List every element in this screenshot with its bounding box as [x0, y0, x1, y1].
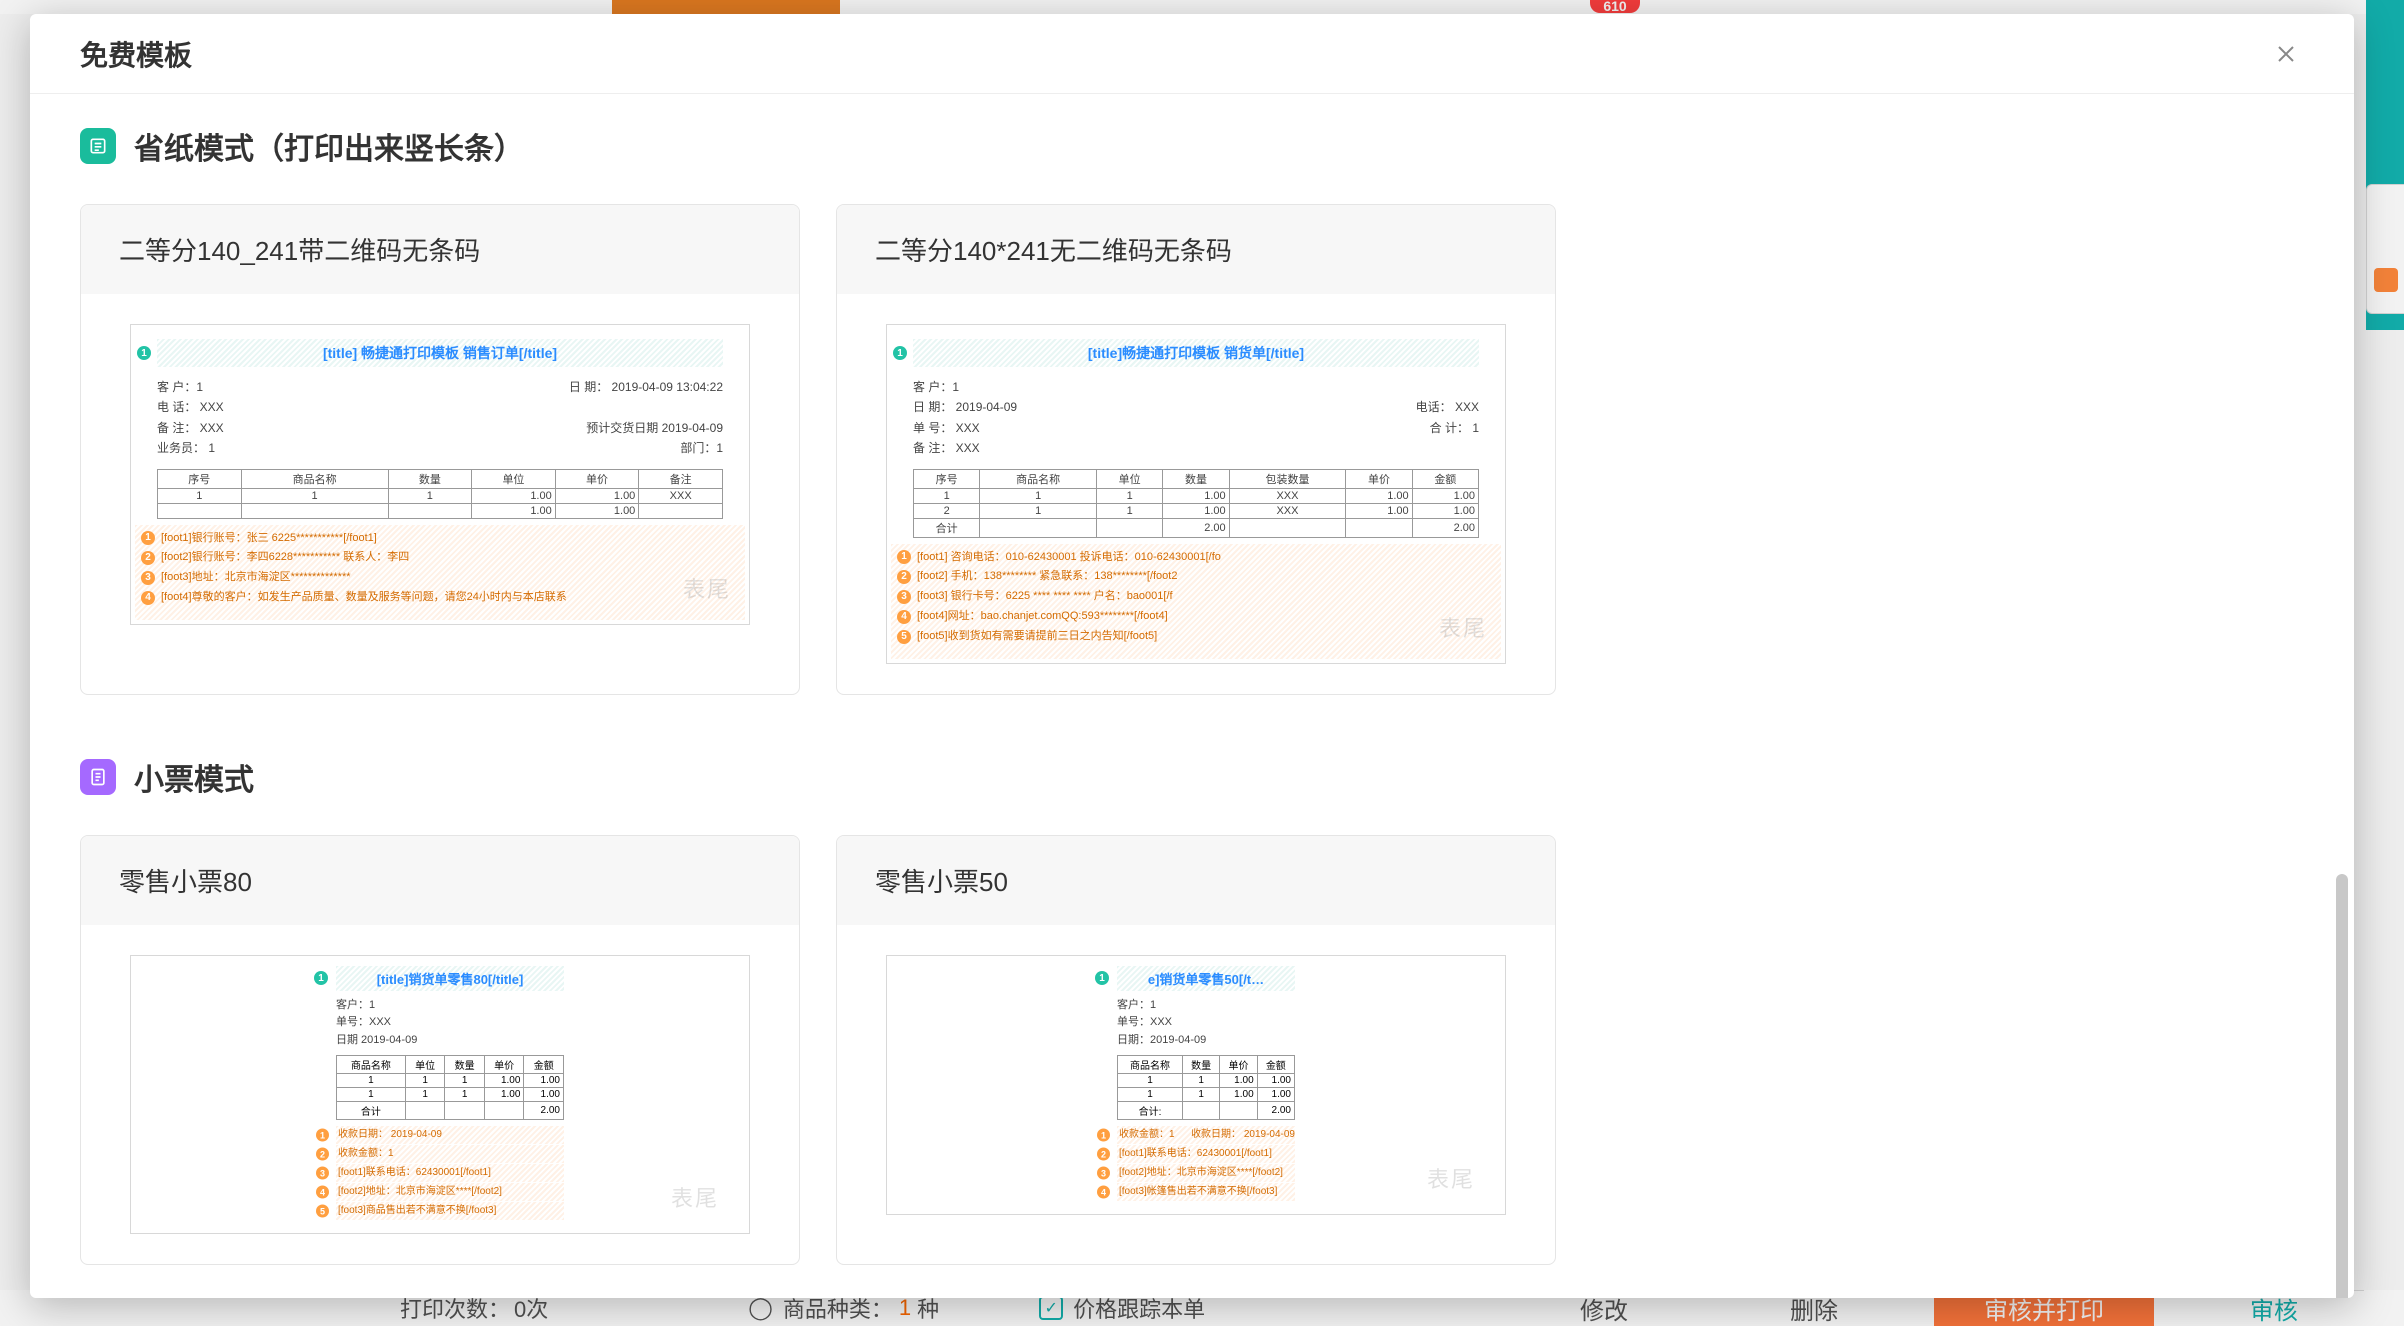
invoice-preview: 1[title]畅捷通打印模板 销货单[/title] 客 户：1 日 期： 2…	[886, 324, 1506, 664]
preview-footer: 1收款金额：1收款日期： 2019-04-09 2[foot1]联系电话：624…	[1091, 1124, 1301, 1206]
modal-header: 免费模板	[30, 14, 2354, 94]
watermark: 表尾	[683, 572, 731, 604]
card-preview: 1e]销货单零售50[/t… 客户：1 单号：XXX 日期：2019-04-09…	[837, 925, 1555, 1246]
section-papersave: 省纸模式（打印出来竖长条） 二等分140_241带二维码无条码 1[title]…	[80, 124, 2304, 695]
card-preview: 1[title]畅捷通打印模板 销货单[/title] 客 户：1 日 期： 2…	[837, 294, 1555, 694]
preview-footer: 1收款日期： 2019-04-09 2收款金额：1 3[foot1]联系电话：6…	[310, 1124, 570, 1225]
preview-meta: 客户：1 单号：XXX 日期：2019-04-09	[1091, 997, 1301, 1054]
preview-title: 1[title] 畅捷通打印模板 销售订单[/title]	[157, 339, 723, 367]
receipt-preview: 1[title]销货单零售80[/title] 客户：1 单号：XXX 日期 2…	[310, 956, 570, 1234]
template-modal: 免费模板 省纸模式（打印出来竖长条） 二等分140_241带二维码无条码 1[t…	[30, 14, 2354, 1298]
card-preview: 1[title] 畅捷通打印模板 销售订单[/title] 客 户：1日 期： …	[81, 294, 799, 655]
preview-table: 商品名称单位数量单价金额 1111.001.00 1111.001.00 合计2…	[336, 1055, 564, 1120]
close-icon	[2274, 42, 2298, 66]
section-receipt: 小票模式 零售小票80 1[title]销货单零售80[/title] 客户：1…	[80, 755, 2304, 1266]
card-title: 二等分140*241无二维码无条码	[837, 205, 1555, 294]
section-heading: 小票模式	[80, 755, 2304, 799]
template-card-receipt-80[interactable]: 零售小票80 1[title]销货单零售80[/title] 客户：1 单号：X…	[80, 835, 800, 1266]
card-title: 零售小票80	[81, 836, 799, 925]
scrollbar-thumb[interactable]	[2336, 874, 2348, 1298]
preview-meta: 客户：1 单号：XXX 日期 2019-04-09	[310, 997, 570, 1054]
receipt-preview: 1e]销货单零售50[/t… 客户：1 单号：XXX 日期：2019-04-09…	[1091, 956, 1301, 1215]
watermark: 表尾	[671, 1181, 719, 1213]
receipt-icon	[80, 759, 116, 795]
card-title: 零售小票50	[837, 836, 1555, 925]
section-heading: 省纸模式（打印出来竖长条）	[80, 124, 2304, 168]
preview-footer: 1[foot1]银行账号：张三 6225***********[/foot1] …	[135, 525, 745, 620]
preview-meta: 客 户：1 日 期： 2019-04-09电话： XXX 单 号： XXX合 计…	[887, 377, 1505, 465]
card-preview: 1[title]销货单零售80[/title] 客户：1 单号：XXX 日期 2…	[81, 925, 799, 1265]
preview-title: 1[title]畅捷通打印模板 销货单[/title]	[913, 339, 1479, 367]
preview-meta: 客 户：1日 期： 2019-04-09 13:04:22 电 话： XXX 备…	[131, 377, 749, 465]
preview-table: 序号商品名称数量单位单价备注 1111.001.00XXX 1.001.00	[157, 469, 723, 519]
receipt-preview-wrap: 1e]销货单零售50[/t… 客户：1 单号：XXX 日期：2019-04-09…	[886, 955, 1506, 1216]
section-title: 小票模式	[134, 755, 254, 799]
receipt-preview-wrap: 1[title]销货单零售80[/title] 客户：1 单号：XXX 日期 2…	[130, 955, 750, 1235]
close-button[interactable]	[2268, 36, 2304, 72]
invoice-preview: 1[title] 畅捷通打印模板 销售订单[/title] 客 户：1日 期： …	[130, 324, 750, 625]
card-row: 二等分140_241带二维码无条码 1[title] 畅捷通打印模板 销售订单[…	[80, 204, 2304, 695]
section-title: 省纸模式（打印出来竖长条）	[134, 124, 524, 168]
preview-table: 序号商品名称单位数量包装数量单价金额 1111.00XXX1.001.00 21…	[913, 469, 1479, 538]
modal-body: 省纸模式（打印出来竖长条） 二等分140_241带二维码无条码 1[title]…	[30, 94, 2354, 1298]
preview-title: 1e]销货单零售50[/t…	[1117, 966, 1295, 991]
preview-footer: 1[foot1] 咨询电话：010-62430001 投诉电话：010-6243…	[891, 544, 1501, 659]
list-icon	[80, 128, 116, 164]
watermark: 表尾	[1427, 1162, 1475, 1194]
template-card-140-241-noqr[interactable]: 二等分140*241无二维码无条码 1[title]畅捷通打印模板 销货单[/t…	[836, 204, 1556, 695]
card-title: 二等分140_241带二维码无条码	[81, 205, 799, 294]
template-card-receipt-50[interactable]: 零售小票50 1e]销货单零售50[/t… 客户：1 单号：XXX 日期：201…	[836, 835, 1556, 1266]
modal-title: 免费模板	[80, 34, 192, 74]
preview-table: 商品名称数量单价金额 111.001.00 111.001.00 合计:2.00	[1117, 1055, 1295, 1120]
preview-title: 1[title]销货单零售80[/title]	[336, 966, 564, 991]
template-card-140-241-qr[interactable]: 二等分140_241带二维码无条码 1[title] 畅捷通打印模板 销售订单[…	[80, 204, 800, 695]
card-row: 零售小票80 1[title]销货单零售80[/title] 客户：1 单号：X…	[80, 835, 2304, 1266]
watermark: 表尾	[1439, 611, 1487, 643]
